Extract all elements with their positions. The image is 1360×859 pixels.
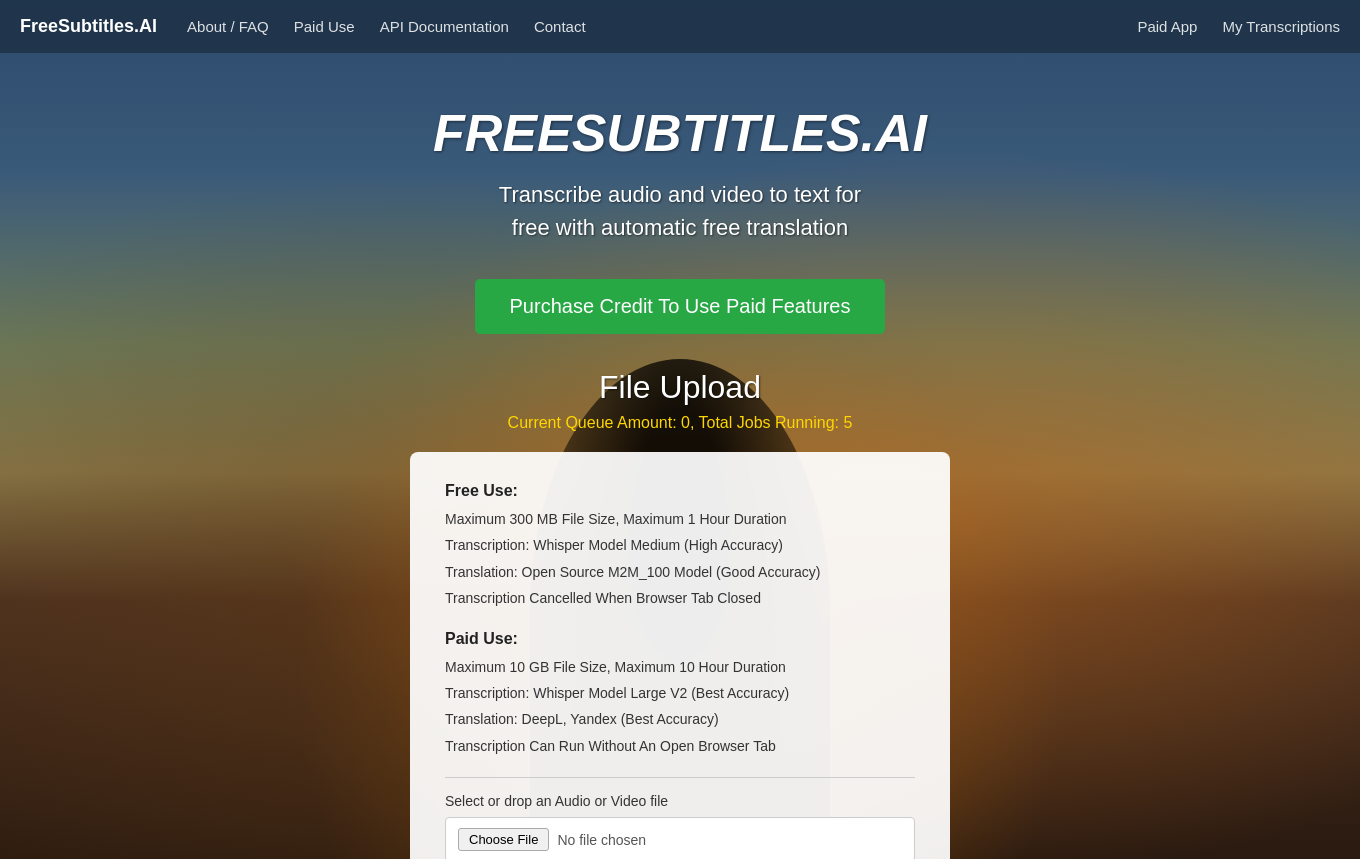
paid-use-title: Paid Use: <box>445 630 915 648</box>
nav-my-transcriptions[interactable]: My Transcriptions <box>1222 18 1340 35</box>
divider <box>445 777 915 778</box>
nav-right: Paid App My Transcriptions <box>1137 18 1340 35</box>
site-title: FREESUBTITLES.AI <box>433 103 927 163</box>
purchase-credit-button[interactable]: Purchase Credit To Use Paid Features <box>475 279 886 334</box>
nav-about-faq[interactable]: About / FAQ <box>187 18 269 35</box>
free-use-item-2: Translation: Open Source M2M_100 Model (… <box>445 561 915 583</box>
navbar: FreeSubtitles.AI About / FAQ Paid Use AP… <box>0 0 1360 53</box>
paid-use-item-2: Translation: DeepL, Yandex (Best Accurac… <box>445 708 915 730</box>
tagline-line2: free with automatic free translation <box>512 215 848 240</box>
nav-brand[interactable]: FreeSubtitles.AI <box>20 16 157 37</box>
select-label: Select or drop an Audio or Video file <box>445 793 915 809</box>
nav-paid-app[interactable]: Paid App <box>1137 18 1197 35</box>
nav-paid-use[interactable]: Paid Use <box>294 18 355 35</box>
free-use-item-1: Transcription: Whisper Model Medium (Hig… <box>445 534 915 556</box>
file-input-wrapper[interactable]: Choose File No file chosen <box>445 817 915 859</box>
free-use-section: Free Use: Maximum 300 MB File Size, Maxi… <box>445 482 915 610</box>
paid-use-item-0: Maximum 10 GB File Size, Maximum 10 Hour… <box>445 656 915 678</box>
tagline: Transcribe audio and video to text for f… <box>499 178 861 244</box>
file-upload-title: File Upload <box>599 369 761 406</box>
paid-use-item-1: Transcription: Whisper Model Large V2 (B… <box>445 682 915 704</box>
free-use-item-3: Transcription Cancelled When Browser Tab… <box>445 587 915 609</box>
nav-contact[interactable]: Contact <box>534 18 586 35</box>
paid-use-item-3: Transcription Can Run Without An Open Br… <box>445 735 915 757</box>
nav-api-docs[interactable]: API Documentation <box>380 18 509 35</box>
nav-links: About / FAQ Paid Use API Documentation C… <box>187 18 1137 35</box>
queue-info: Current Queue Amount: 0, Total Jobs Runn… <box>508 414 853 432</box>
main-content: FREESUBTITLES.AI Transcribe audio and vi… <box>0 53 1360 859</box>
free-use-title: Free Use: <box>445 482 915 500</box>
paid-use-section: Paid Use: Maximum 10 GB File Size, Maxim… <box>445 630 915 758</box>
free-use-item-0: Maximum 300 MB File Size, Maximum 1 Hour… <box>445 508 915 530</box>
no-file-text: No file chosen <box>557 832 646 848</box>
tagline-line1: Transcribe audio and video to text for <box>499 182 861 207</box>
form-card: Free Use: Maximum 300 MB File Size, Maxi… <box>410 452 950 859</box>
choose-file-button[interactable]: Choose File <box>458 828 549 851</box>
